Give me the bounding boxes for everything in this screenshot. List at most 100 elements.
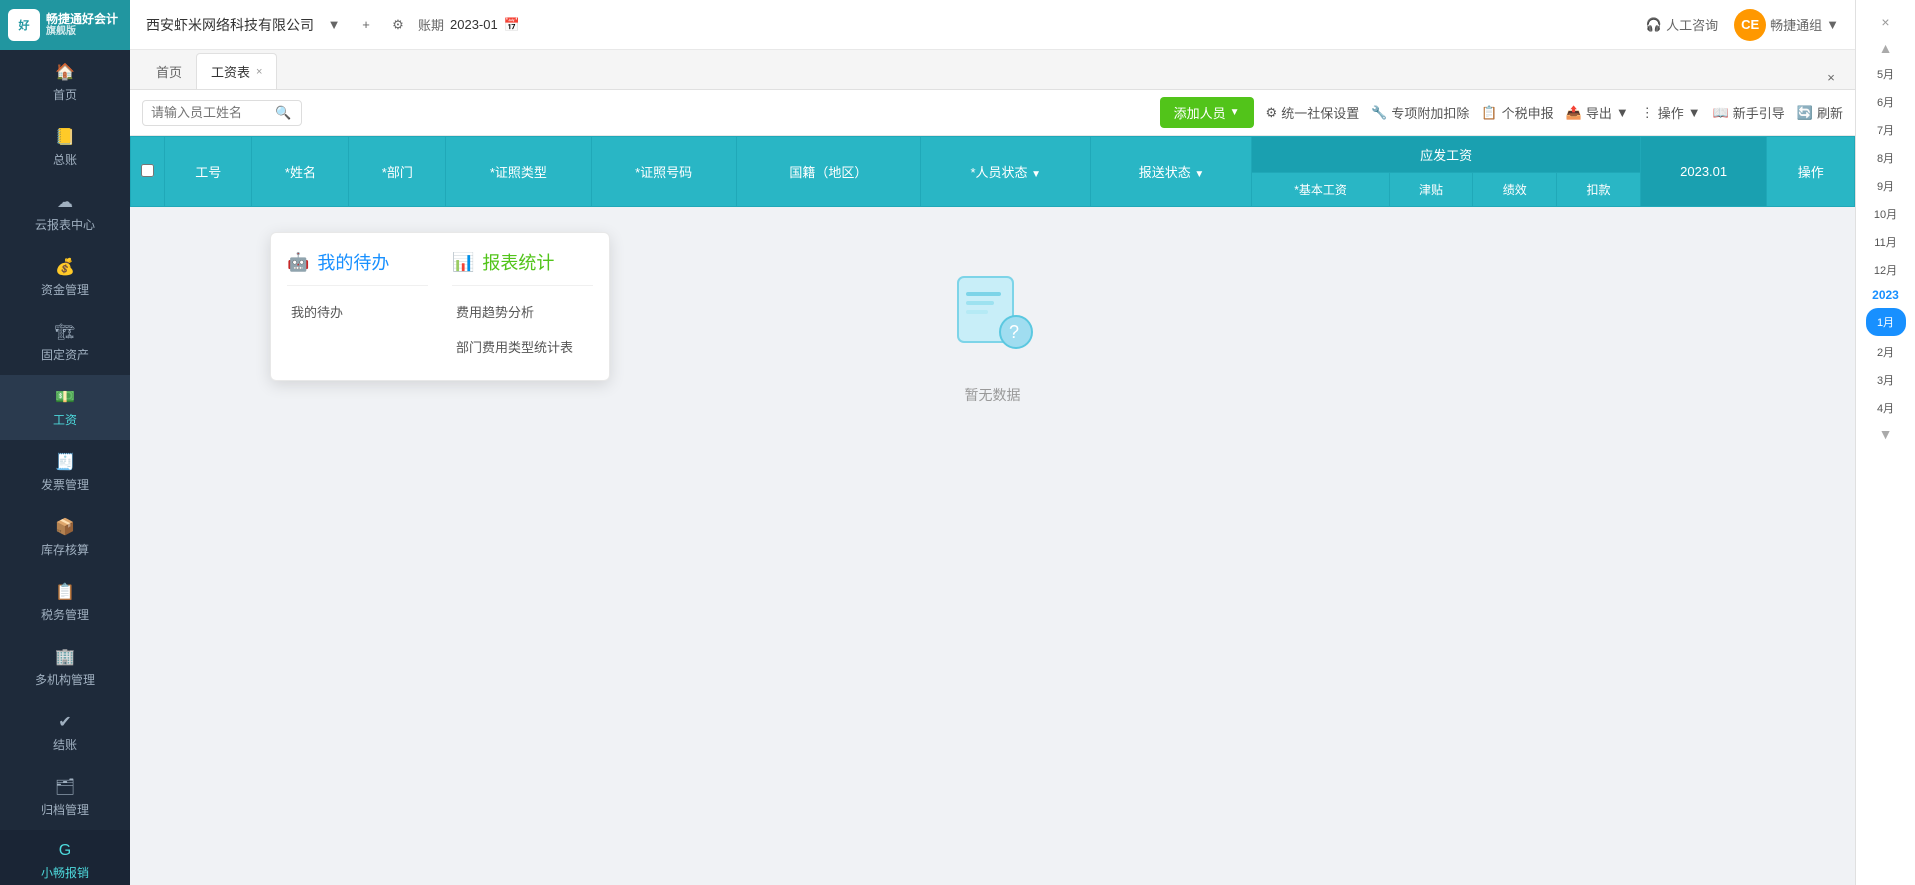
export-label: 导出 [1586,103,1612,122]
refresh-label: 刷新 [1817,103,1843,122]
col-cert-no: *证照号码 [591,137,736,207]
refresh-icon: 🔄 [1797,105,1813,121]
col-dept: *部门 [349,137,446,207]
timeline-month-12[interactable]: 12月 [1856,256,1915,284]
sidebar-item-multi-org[interactable]: 🏢 多机构管理 [0,635,130,700]
timeline-month-7[interactable]: 7月 [1856,116,1915,144]
col-allowance: 津贴 [1389,173,1473,207]
sidebar-item-label: 云报表中心 [35,216,95,233]
col-nationality: 国籍（地区） [736,137,920,207]
col-basic-salary: *基本工资 [1252,173,1389,207]
customer-service-btn[interactable]: 🎧 人工咨询 [1646,15,1718,34]
chart-icon: 📊 [452,252,474,273]
empty-icon: ? [948,267,1038,373]
sidebar-item-salary[interactable]: 💵 工资 [0,375,130,440]
sidebar-item-label: 资金管理 [41,281,89,298]
col-personnel-status: *人员状态 ▼ [921,137,1091,207]
sidebar-item-xiaochang[interactable]: G 小畅报销 [0,830,130,885]
col-operations: 操作 [1767,137,1855,207]
sidebar: 好 畅捷通好会计 旗舰版 🏠 首页 📒 总账 ☁ 云报表中心 💰 资金管理 🏗 … [0,0,130,885]
home-icon: 🏠 [55,62,75,82]
sidebar-nav: 🏠 首页 📒 总账 ☁ 云报表中心 💰 资金管理 🏗 固定资产 💵 工资 🧾 发… [0,50,130,885]
close-panel-btn[interactable]: × [1819,65,1843,89]
sidebar-item-label: 归档管理 [41,801,89,818]
sidebar-item-label: 税务管理 [41,606,89,623]
social-insurance-label: 统一社保设置 [1281,103,1359,122]
personal-tax-btn[interactable]: 📋 个税申报 [1481,103,1553,122]
sidebar-item-ledger[interactable]: 📒 总账 [0,115,130,180]
timeline-nav-up[interactable]: ▲ [1875,36,1897,60]
popup-col-report-label: 报表统计 [482,249,554,275]
sidebar-item-inventory[interactable]: 📦 库存核算 [0,505,130,570]
new-guide-btn[interactable]: 📖 新手引导 [1713,103,1785,122]
company-dropdown-btn[interactable]: ▼ [322,13,346,37]
social-insurance-icon: ⚙ [1266,105,1278,121]
social-insurance-btn[interactable]: ⚙ 统一社保设置 [1266,103,1360,122]
topbar: 西安虾米网络科技有限公司 ▼ + ⚙ 账期 2023-01 📅 🎧 人工咨询 C… [130,0,1855,50]
timeline-month-10[interactable]: 10月 [1856,200,1915,228]
accounting-period: 账期 2023-01 📅 [418,15,520,34]
timeline-close-btn[interactable]: × [1856,8,1915,36]
sidebar-item-fund[interactable]: 💰 资金管理 [0,245,130,310]
tab-home[interactable]: 首页 [142,54,196,89]
special-deduct-icon: 🔧 [1371,105,1387,121]
sidebar-item-tax[interactable]: 📋 税务管理 [0,570,130,635]
user-profile[interactable]: CE 畅捷通组 ▼ [1734,9,1839,41]
sidebar-item-invoice[interactable]: 🧾 发票管理 [0,440,130,505]
popup-item-todo[interactable]: 我的待办 [287,294,428,329]
tab-salary-label: 工资表 [211,62,250,81]
sidebar-item-label: 固定资产 [41,346,89,363]
timeline-panel: × ▲ 5月 6月 7月 8月 9月 10月 11月 12月 2023 1月 2… [1855,0,1915,885]
add-company-btn[interactable]: + [354,13,378,37]
search-input[interactable] [151,105,271,120]
refresh-btn[interactable]: 🔄 刷新 [1797,103,1843,122]
popup-col-todo: 🤖 我的待办 我的待办 [287,249,428,364]
sidebar-item-fixed-assets[interactable]: 🏗 固定资产 [0,310,130,375]
tab-salary-table[interactable]: 工资表 × [196,53,277,89]
sidebar-item-archive[interactable]: 🗂 归档管理 [0,765,130,830]
timeline-month-6[interactable]: 6月 [1856,88,1915,116]
timeline-month-4[interactable]: 4月 [1856,394,1915,422]
dropdown-popup: 🤖 我的待办 我的待办 📊 报表统计 费用趋势分析 [270,232,610,381]
popup-columns: 🤖 我的待办 我的待办 📊 报表统计 费用趋势分析 [287,249,593,364]
ledger-icon: 📒 [55,127,75,147]
sidebar-item-cloud-report[interactable]: ☁ 云报表中心 [0,180,130,245]
popup-item-cost-trend[interactable]: 费用趋势分析 [452,294,593,329]
timeline-month-8[interactable]: 8月 [1856,144,1915,172]
new-guide-label: 新手引导 [1733,103,1785,122]
multi-org-icon: 🏢 [55,647,75,667]
timeline-month-11[interactable]: 11月 [1856,228,1915,256]
personal-tax-icon: 📋 [1481,105,1497,121]
customer-service-label: 人工咨询 [1666,15,1718,34]
timeline-month-3[interactable]: 3月 [1856,366,1915,394]
timeline-month-9[interactable]: 9月 [1856,172,1915,200]
col-employee-no: 工号 [165,137,252,207]
search-box: 🔍 [142,100,302,126]
popup-col-report-header: 📊 报表统计 [452,249,593,286]
operations-dropdown-icon: ▼ [1688,105,1701,120]
sidebar-item-label: 小畅报销 [41,864,89,881]
operations-btn[interactable]: ⋮ 操作 ▼ [1641,103,1701,122]
sidebar-item-home[interactable]: 🏠 首页 [0,50,130,115]
select-all-checkbox[interactable] [131,137,165,207]
company-name: 西安虾米网络科技有限公司 [146,15,314,35]
timeline-month-2[interactable]: 2月 [1856,338,1915,366]
settings-btn[interactable]: ⚙ [386,13,410,37]
popup-col-report: 📊 报表统计 费用趋势分析 部门费用类型统计表 [452,249,593,364]
user-dropdown-icon: ▼ [1826,17,1839,32]
sidebar-item-settlement[interactable]: ✔ 结账 [0,700,130,765]
add-person-button[interactable]: 添加人员 ▼ [1160,97,1254,128]
export-dropdown-icon: ▼ [1616,105,1629,120]
col-deduction: 扣款 [1557,173,1641,207]
new-guide-icon: 📖 [1713,105,1729,121]
timeline-month-5[interactable]: 5月 [1856,60,1915,88]
period-label: 账期 [418,15,444,34]
popup-item-dept-stats[interactable]: 部门费用类型统计表 [452,329,593,364]
tab-home-label: 首页 [156,62,182,81]
col-report-status: 报送状态 ▼ [1091,137,1252,207]
timeline-month-1-active[interactable]: 1月 [1866,308,1906,336]
tab-close-btn[interactable]: × [256,66,262,78]
export-btn[interactable]: 📤 导出 ▼ [1566,103,1629,122]
special-deduct-btn[interactable]: 🔧 专项附加扣除 [1371,103,1469,122]
timeline-nav-down[interactable]: ▼ [1875,422,1897,446]
